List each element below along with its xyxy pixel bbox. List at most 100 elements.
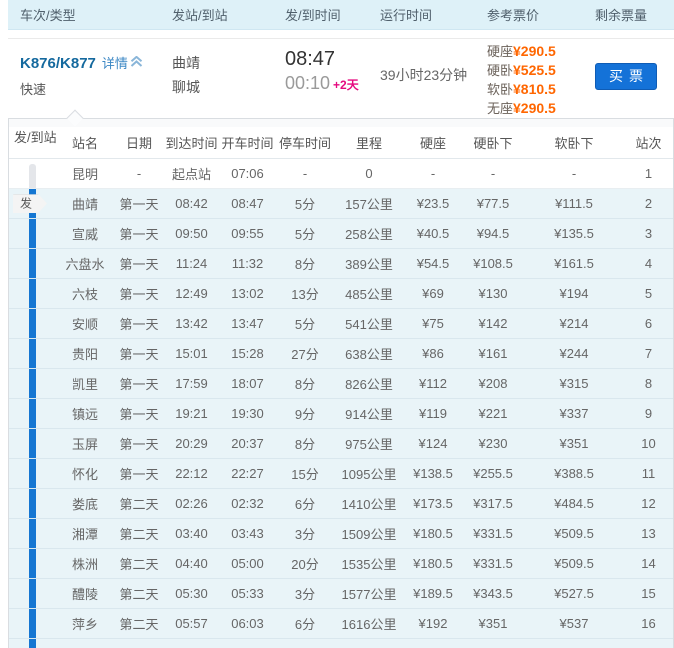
- stop-duration-cell: 8分: [294, 257, 316, 272]
- stop-duration-cell: 5分: [294, 317, 316, 332]
- stop-seq-cell: 1: [644, 166, 653, 181]
- stop-seq-cell: 15: [641, 586, 656, 601]
- stop-seq-cell: 13: [641, 526, 656, 541]
- buy-cell: 买票: [593, 63, 674, 90]
- depart-time-cell: 13:47: [231, 316, 264, 331]
- depart-time-cell: 13:02: [231, 286, 264, 301]
- station-row: 湘潭 第二天 03:40 03:43 3分 1509公里 ¥180.5 ¥331.5 ¥509.…: [9, 519, 673, 549]
- th-stop-seq: 站次: [635, 136, 662, 151]
- col-header-price: 参考票价: [487, 8, 540, 23]
- arrive-time-cell: 15:01: [175, 346, 208, 361]
- station-row: 醴陵 第二天 05:30 05:33 3分 1577公里 ¥189.5 ¥343.5 ¥527.…: [9, 579, 673, 609]
- station-name-cell: 醴陵: [71, 587, 98, 602]
- chevron-up-icon[interactable]: [130, 54, 143, 72]
- stop-schedule-panel: 发/到站 站名 日期 到达时间 开车时间 停车时间 里程 硬座 硬卧下 软卧下 …: [8, 109, 674, 648]
- hard-seat-price-cell: ¥192: [418, 616, 448, 631]
- stop-duration-cell: 20分: [291, 557, 319, 572]
- detail-toggle-link[interactable]: 详情: [102, 56, 128, 71]
- depart-time-cell: 09:55: [231, 226, 264, 241]
- stop-seq-cell: 3: [644, 226, 653, 241]
- timeline-bar: [29, 489, 36, 518]
- arrive-time-cell: 04:40: [175, 556, 208, 571]
- arrive-time-cell: 05:30: [175, 586, 208, 601]
- arrive-time-cell: 起点站: [171, 167, 211, 182]
- depart-time-cell: 03:43: [231, 526, 264, 541]
- hard-sleeper-price-cell: ¥108.5: [473, 256, 513, 271]
- day-cell: 第一天: [119, 467, 159, 482]
- to-station: 聊城: [172, 79, 200, 95]
- cut-off-row: [9, 639, 673, 648]
- from-station: 曲靖: [172, 55, 200, 71]
- price-list: 硬座¥290.5 硬卧¥525.5 软卧¥810.5 无座¥290.5: [485, 42, 593, 118]
- stop-duration-cell: -: [302, 166, 308, 181]
- hard-seat-price-cell: ¥180.5: [413, 556, 453, 571]
- timeline-cell: [9, 279, 56, 308]
- station-name-cell: 萍乡: [71, 617, 98, 632]
- distance-cell: 638公里: [345, 347, 393, 362]
- timeline-cell: [9, 219, 56, 248]
- day-cell: 第二天: [119, 587, 159, 602]
- arrive-time-cell: 05:57: [175, 616, 208, 631]
- arrive-day-note: +2天: [333, 78, 359, 92]
- day-cell: 第一天: [119, 197, 159, 212]
- timeline-cell: [9, 519, 56, 548]
- stop-duration-cell: 13分: [291, 287, 319, 302]
- hard-seat-price-cell: ¥180.5: [413, 526, 453, 541]
- timeline-cell: [9, 579, 56, 608]
- stop-seq-cell: 10: [641, 436, 656, 451]
- stop-seq-cell: 8: [644, 376, 653, 391]
- stop-duration-cell: 6分: [294, 497, 316, 512]
- arrive-time: 00:10: [285, 73, 331, 93]
- buy-ticket-button[interactable]: 买票: [595, 63, 657, 90]
- th-hard-sleeper: 硬卧下: [473, 136, 513, 151]
- timeline-bar: [29, 339, 36, 368]
- stop-duration-cell: 8分: [294, 377, 316, 392]
- station-name-cell: 株洲: [71, 557, 98, 572]
- timeline-bar: [29, 399, 36, 428]
- hard-seat-price-cell: ¥75: [422, 316, 444, 331]
- price-line-hard-sleeper: 硬卧¥525.5: [487, 62, 556, 78]
- th-dep-arr: 发/到站: [14, 130, 56, 145]
- col-header-train-type: 车次/类型: [20, 8, 76, 23]
- stop-seq-cell: 14: [641, 556, 656, 571]
- stations-cell: 曲靖 聊城: [163, 51, 278, 99]
- hard-seat-price-cell: ¥112: [419, 376, 447, 391]
- arrive-time-cell: 11:24: [175, 256, 208, 271]
- hard-sleeper-price-cell: ¥77.5: [476, 196, 510, 211]
- arrive-time-cell: 17:59: [175, 376, 208, 391]
- stop-duration-cell: 3分: [294, 527, 316, 542]
- th-distance: 里程: [355, 136, 382, 151]
- hard-sleeper-price-cell: ¥343.5: [473, 586, 513, 601]
- arrive-time-cell: 13:42: [175, 316, 208, 331]
- day-cell: 第二天: [119, 557, 159, 572]
- hard-seat-price-cell: ¥69: [422, 286, 444, 301]
- th-hard-seat: 硬座: [419, 136, 446, 151]
- depart-time-cell: 05:33: [231, 586, 264, 601]
- arrive-time-cell: 09:50: [175, 226, 208, 241]
- station-name-cell: 镇远: [71, 407, 98, 422]
- distance-cell: 541公里: [345, 317, 393, 332]
- depart-time-cell: 22:27: [231, 466, 264, 481]
- timeline-bar-origin: [29, 164, 36, 188]
- hard-sleeper-price-cell: ¥351: [478, 616, 508, 631]
- soft-sleeper-price-cell: ¥351: [559, 436, 589, 451]
- distance-cell: 1616公里: [341, 617, 397, 632]
- station-row: 娄底 第二天 02:26 02:32 6分 1410公里 ¥173.5 ¥317.5 ¥484.…: [9, 489, 673, 519]
- arrive-time-cell: 03:40: [175, 526, 208, 541]
- timeline-bar: [29, 309, 36, 338]
- hard-seat-price-cell: ¥119: [419, 406, 447, 421]
- distance-cell: 1535公里: [341, 557, 397, 572]
- depart-time-cell: 18:07: [231, 376, 264, 391]
- stop-duration-cell: 5分: [294, 197, 316, 212]
- timeline-bar: [29, 429, 36, 458]
- th-station-name: 站名: [71, 136, 98, 151]
- hard-sleeper-price-cell: ¥94.5: [476, 226, 510, 241]
- arrive-time-cell: 12:49: [175, 286, 208, 301]
- day-cell: 第一天: [119, 227, 159, 242]
- train-info-cell: K876/K877 详情 快速: [8, 53, 163, 98]
- soft-sleeper-price-cell: ¥161.5: [554, 256, 594, 271]
- depart-time-cell: 07:06: [231, 166, 264, 181]
- day-cell: -: [136, 166, 142, 181]
- station-row: 六盘水 第一天 11:24 11:32 8分 389公里 ¥54.5 ¥108.5 ¥161.5…: [9, 249, 673, 279]
- depart-time-cell: 11:32: [231, 256, 264, 271]
